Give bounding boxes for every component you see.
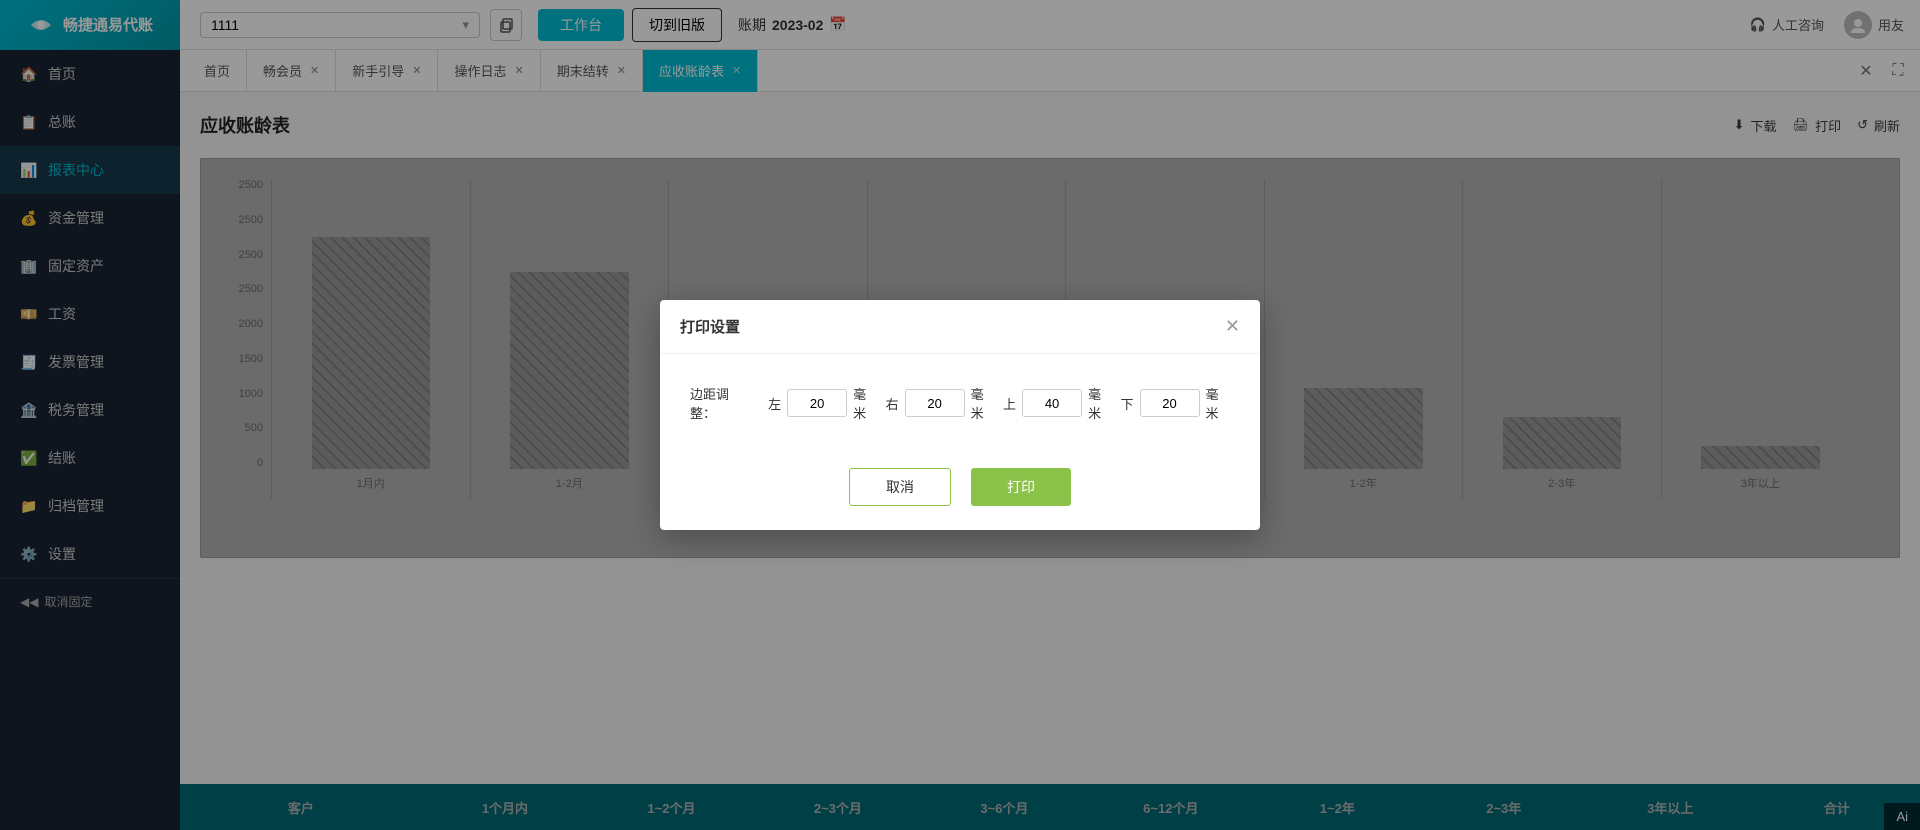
left-margin-group: 左 毫米 <box>768 384 877 422</box>
margin-form-row: 边距调整： 左 毫米 右 毫米 上 毫米 下 <box>690 384 1230 422</box>
margin-label: 边距调整： <box>690 384 754 422</box>
right-unit-label: 毫米 <box>971 384 995 422</box>
top-direction-label: 上 <box>1003 394 1016 413</box>
top-margin-input[interactable] <box>1022 389 1082 417</box>
right-margin-input[interactable] <box>905 389 965 417</box>
bottom-margin-group: 下 毫米 <box>1121 384 1230 422</box>
dialog-title: 打印设置 <box>680 316 740 337</box>
left-unit-label: 毫米 <box>853 384 877 422</box>
dialog-body: 边距调整： 左 毫米 右 毫米 上 毫米 下 <box>660 354 1260 452</box>
cancel-button[interactable]: 取消 <box>849 468 951 506</box>
dialog-header: 打印设置 ✕ <box>660 300 1260 354</box>
print-settings-dialog: 打印设置 ✕ 边距调整： 左 毫米 右 毫米 上 毫米 <box>660 300 1260 530</box>
bottom-direction-label: 下 <box>1121 394 1134 413</box>
print-confirm-button[interactable]: 打印 <box>971 468 1071 506</box>
right-direction-label: 右 <box>886 394 899 413</box>
dialog-footer: 取消 打印 <box>660 452 1260 530</box>
left-margin-input[interactable] <box>787 389 847 417</box>
right-margin-group: 右 毫米 <box>886 384 995 422</box>
dialog-close-button[interactable]: ✕ <box>1225 316 1240 337</box>
bottom-margin-input[interactable] <box>1140 389 1200 417</box>
dialog-overlay: 打印设置 ✕ 边距调整： 左 毫米 右 毫米 上 毫米 <box>0 0 1920 830</box>
top-margin-group: 上 毫米 <box>1003 384 1112 422</box>
bottom-unit-label: 毫米 <box>1206 384 1230 422</box>
top-unit-label: 毫米 <box>1088 384 1112 422</box>
left-direction-label: 左 <box>768 394 781 413</box>
